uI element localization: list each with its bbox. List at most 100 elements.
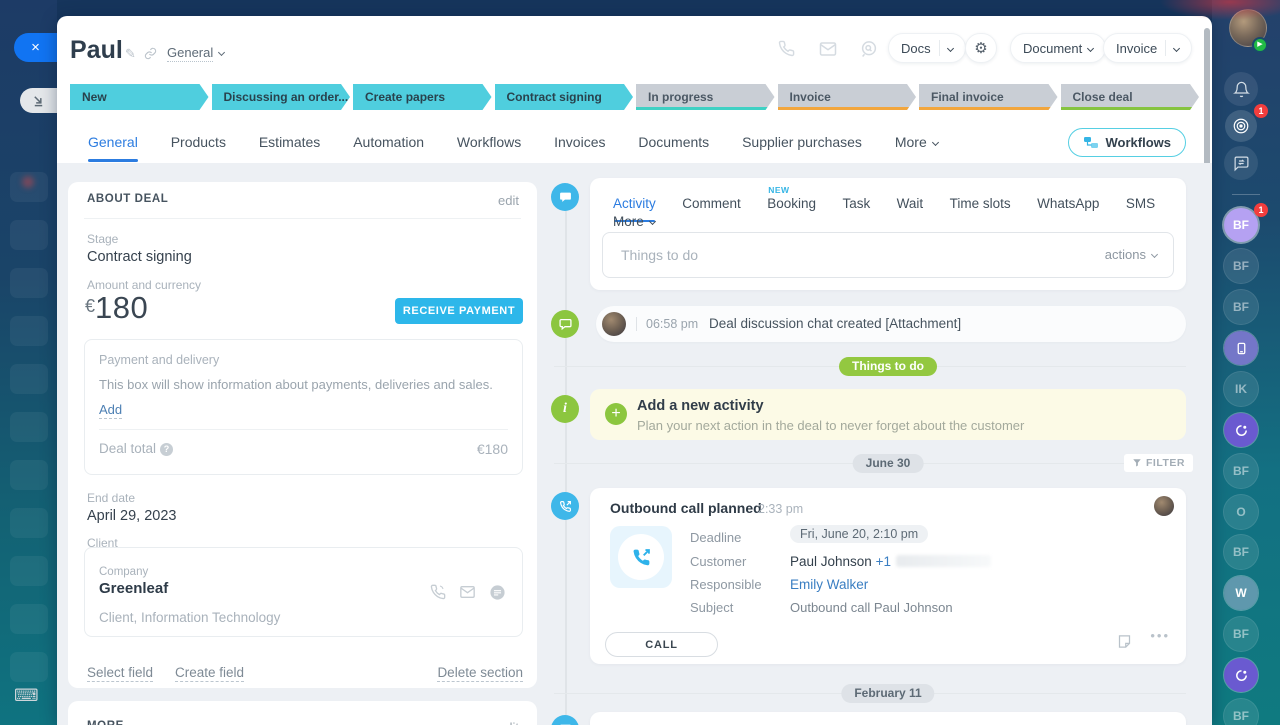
responsible-link[interactable]: Emily Walker: [790, 577, 868, 592]
sidebar-menu-item[interactable]: [10, 652, 48, 682]
tab-general[interactable]: General: [88, 134, 138, 162]
tab-invoices[interactable]: Invoices: [554, 134, 605, 150]
tab-documents[interactable]: Documents: [638, 134, 709, 150]
notifications-button[interactable]: [1224, 72, 1258, 106]
tab-comment[interactable]: Comment: [682, 196, 741, 211]
funnel-selector[interactable]: General: [167, 45, 226, 62]
deal-amount: €180: [85, 290, 148, 326]
sidebar-menu-item[interactable]: [10, 460, 48, 490]
todo-input[interactable]: [621, 233, 963, 277]
delete-section-link[interactable]: Delete section: [437, 665, 523, 682]
tab-wait[interactable]: Wait: [897, 196, 924, 211]
sidebar-menu-item[interactable]: [10, 316, 48, 346]
stage-discussing[interactable]: Discussing an order...: [212, 84, 351, 110]
tab-sms[interactable]: SMS: [1126, 196, 1155, 211]
copy-link-icon[interactable]: [144, 47, 157, 60]
receive-payment-button[interactable]: RECEIVE PAYMENT: [395, 298, 523, 324]
client-subtitle: Client, Information Technology: [99, 610, 281, 625]
tab-supplier-purchases[interactable]: Supplier purchases: [742, 134, 862, 150]
stage-invoice[interactable]: Invoice: [778, 84, 917, 110]
edit-section-link[interactable]: edit: [498, 193, 519, 208]
sidebar-menu-item[interactable]: [10, 268, 48, 298]
tab-time-slots[interactable]: Time slots: [950, 196, 1011, 211]
edit-title-icon[interactable]: ✎: [125, 46, 136, 62]
docs-dropdown[interactable]: Docs: [888, 33, 966, 63]
bot-avatar-bubble[interactable]: [1224, 331, 1258, 365]
mail-icon[interactable]: [459, 584, 476, 601]
create-field-link[interactable]: Create field: [175, 665, 245, 682]
avatar-bubble[interactable]: W: [1224, 576, 1258, 610]
avatar-bubble[interactable]: BF: [1224, 208, 1258, 242]
tab-activity[interactable]: Activity: [613, 196, 656, 222]
things-to-do-badge: Things to do: [839, 357, 937, 376]
stage-contract-signing[interactable]: Contract signing: [495, 84, 634, 110]
tab-booking[interactable]: NEW Booking: [767, 185, 816, 211]
stage-field-value: Contract signing: [87, 249, 192, 265]
avatar-bubble[interactable]: BF: [1224, 249, 1258, 283]
sidebar-menu-item[interactable]: [10, 364, 48, 394]
collapse-panel-button[interactable]: [20, 88, 57, 113]
chat-icon[interactable]: [489, 584, 506, 601]
invoice-dropdown[interactable]: Invoice: [1103, 33, 1193, 63]
settings-button[interactable]: ⚙: [965, 33, 997, 63]
mail-icon[interactable]: [819, 40, 837, 58]
tab-more[interactable]: More: [895, 134, 939, 150]
sidebar-menu-item[interactable]: [10, 220, 48, 250]
add-activity-card[interactable]: + Add a new activity Plan your next acti…: [590, 389, 1186, 440]
tab-automation[interactable]: Automation: [353, 134, 424, 150]
avatar-bubble[interactable]: BF: [1224, 617, 1258, 651]
call-button[interactable]: CALL: [605, 632, 718, 657]
stage-underline: [778, 107, 917, 110]
company-name-link[interactable]: Greenleaf: [99, 580, 168, 597]
sidebar-menu-item[interactable]: [10, 172, 48, 202]
help-icon[interactable]: ?: [160, 443, 174, 456]
chat-search-icon[interactable]: [860, 40, 878, 58]
avatar-bubble[interactable]: IK: [1224, 372, 1258, 406]
sidebar-menu-item[interactable]: [10, 556, 48, 586]
avatar-bubble[interactable]: BF: [1224, 535, 1258, 569]
payment-delivery-box: Payment and delivery This box will show …: [84, 339, 523, 475]
avatar-bubble[interactable]: BF: [1224, 454, 1258, 488]
stage-new[interactable]: New: [70, 84, 209, 110]
goals-button[interactable]: [1225, 110, 1257, 142]
edit-section-link[interactable]: edit: [498, 720, 519, 725]
more-options-icon[interactable]: •••: [1150, 628, 1170, 643]
tab-products[interactable]: Products: [171, 134, 226, 150]
customer-name[interactable]: Paul Johnson: [790, 554, 872, 569]
actions-dropdown[interactable]: actions: [1105, 247, 1159, 262]
tab-workflows[interactable]: Workflows: [457, 134, 521, 150]
stage-final-invoice[interactable]: Final invoice: [919, 84, 1058, 110]
avatar-bubble[interactable]: BF: [1224, 699, 1258, 725]
chat-event-row[interactable]: 06:58 pm Deal discussion chat created [A…: [596, 306, 1186, 342]
tab-estimates[interactable]: Estimates: [259, 134, 320, 150]
filter-button[interactable]: FILTER: [1124, 454, 1193, 472]
avatar-bubble[interactable]: O: [1224, 495, 1258, 529]
phone-icon[interactable]: [430, 584, 446, 601]
add-payment-link[interactable]: Add: [99, 402, 123, 419]
tab-task[interactable]: Task: [842, 196, 870, 211]
tab-more-activity[interactable]: More: [613, 214, 656, 229]
tab-whatsapp[interactable]: WhatsApp: [1037, 196, 1099, 211]
stage-in-progress[interactable]: In progress: [636, 84, 775, 110]
app-logo-bubble[interactable]: [1224, 658, 1258, 692]
customer-phone-prefix[interactable]: +1: [876, 554, 891, 569]
phone-icon[interactable]: [778, 40, 796, 58]
sidebar-menu-item[interactable]: [10, 604, 48, 634]
about-deal-card: ABOUT DEAL edit Stage Contract signing A…: [68, 182, 537, 688]
workflows-button[interactable]: Workflows: [1067, 128, 1186, 157]
stage-create-papers[interactable]: Create papers: [353, 84, 492, 110]
document-dropdown[interactable]: Document: [1010, 33, 1107, 63]
stage-close-deal[interactable]: Close deal: [1061, 84, 1200, 110]
keyboard-icon[interactable]: ⌨: [14, 686, 39, 706]
select-field-link[interactable]: Select field: [87, 665, 154, 682]
messenger-button[interactable]: [1224, 146, 1258, 180]
sidebar-menu-item[interactable]: [10, 508, 48, 538]
plus-icon[interactable]: +: [605, 403, 627, 425]
stage-label: Discussing an order...: [223, 90, 349, 104]
avatar-bubble[interactable]: BF: [1224, 290, 1258, 324]
play-badge-icon[interactable]: ▶: [1252, 37, 1268, 53]
close-panel-button[interactable]: ×: [14, 33, 57, 62]
app-logo-bubble[interactable]: [1224, 413, 1258, 447]
sidebar-menu-item[interactable]: [10, 412, 48, 442]
note-icon[interactable]: [1117, 634, 1132, 649]
